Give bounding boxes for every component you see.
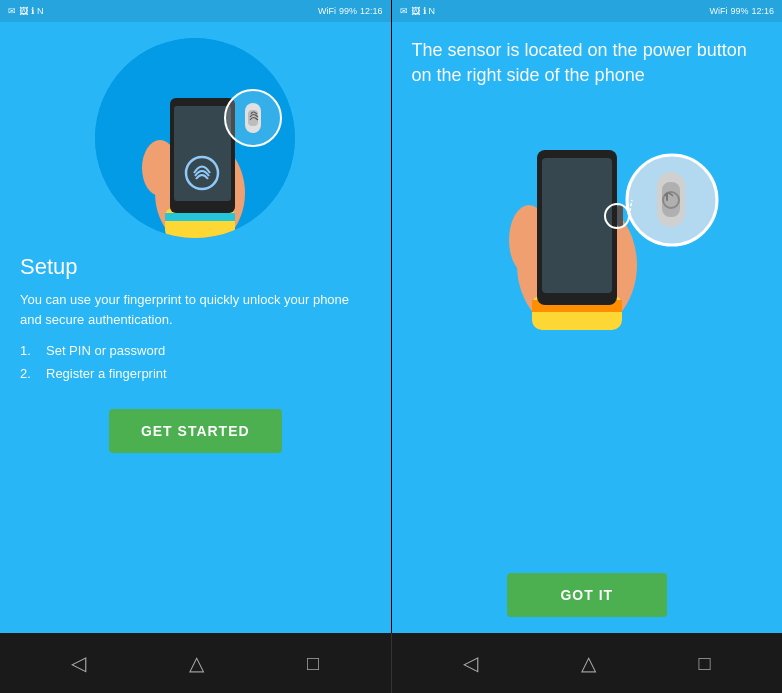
nfc-icon-r: N [429,6,436,16]
right-bottom-nav: ◁ △ □ [392,633,783,693]
left-illustration-circle [95,38,295,238]
sensor-title: The sensor is located on the power butto… [412,38,763,88]
back-button-right[interactable]: ◁ [463,651,478,675]
svg-rect-6 [174,106,231,201]
step-2-text: Register a fingerprint [46,366,167,381]
left-status-bar: ✉ 🖼 ℹ N WiFi 99% 12:16 [0,0,391,22]
svg-rect-16 [542,158,612,293]
svg-rect-4 [165,213,235,221]
photo-icon: 🖼 [19,6,28,16]
recents-button-left[interactable]: □ [307,652,319,675]
msg-icon: ✉ [8,6,16,16]
msg-icon-r: ✉ [400,6,408,16]
svg-rect-21 [662,182,680,217]
nfc-icon: N [37,6,44,16]
step-1: 1. Set PIN or password [20,343,371,358]
step-1-number: 1. [20,343,40,358]
left-illustration-svg [95,38,295,238]
battery-right: 99% [730,6,748,16]
photo-icon-r: 🖼 [411,6,420,16]
right-status-icons: ✉ 🖼 ℹ N [400,6,436,16]
svg-rect-17 [617,205,623,227]
got-it-button[interactable]: GOT IT [507,573,667,617]
wifi-icon-r: WiFi [709,6,727,16]
info-icon: ℹ [31,6,34,16]
battery-left: 99% [339,6,357,16]
setup-title: Setup [20,254,371,280]
bottom-nav: ◁ △ □ ◁ △ □ [0,633,782,693]
get-started-button[interactable]: GET STARTED [109,409,282,453]
right-status-right: WiFi 99% 12:16 [709,6,774,16]
left-bottom-nav: ◁ △ □ [0,633,391,693]
time-right: 12:16 [751,6,774,16]
right-illustration-svg [447,100,727,330]
step-2-number: 2. [20,366,40,381]
right-status-bar: ✉ 🖼 ℹ N WiFi 99% 12:16 [392,0,783,22]
right-illustration [447,100,727,330]
info-icon-r: ℹ [423,6,426,16]
left-content: Setup You can use your fingerprint to qu… [0,22,391,633]
setup-steps: 1. Set PIN or password 2. Register a fin… [20,343,371,389]
home-button-left[interactable]: △ [189,651,204,675]
home-button-right[interactable]: △ [581,651,596,675]
left-screen: ✉ 🖼 ℹ N WiFi 99% 12:16 [0,0,392,633]
recents-button-right[interactable]: □ [698,652,710,675]
step-1-text: Set PIN or password [46,343,165,358]
right-screen: ✉ 🖼 ℹ N WiFi 99% 12:16 The sensor is loc… [392,0,783,633]
time-left: 12:16 [360,6,383,16]
right-content: The sensor is located on the power butto… [392,22,783,633]
left-status-icons: ✉ 🖼 ℹ N [8,6,44,16]
step-2: 2. Register a fingerprint [20,366,371,381]
setup-description: You can use your fingerprint to quickly … [20,290,371,329]
back-button-left[interactable]: ◁ [71,651,86,675]
left-status-right: WiFi 99% 12:16 [318,6,383,16]
wifi-icon: WiFi [318,6,336,16]
